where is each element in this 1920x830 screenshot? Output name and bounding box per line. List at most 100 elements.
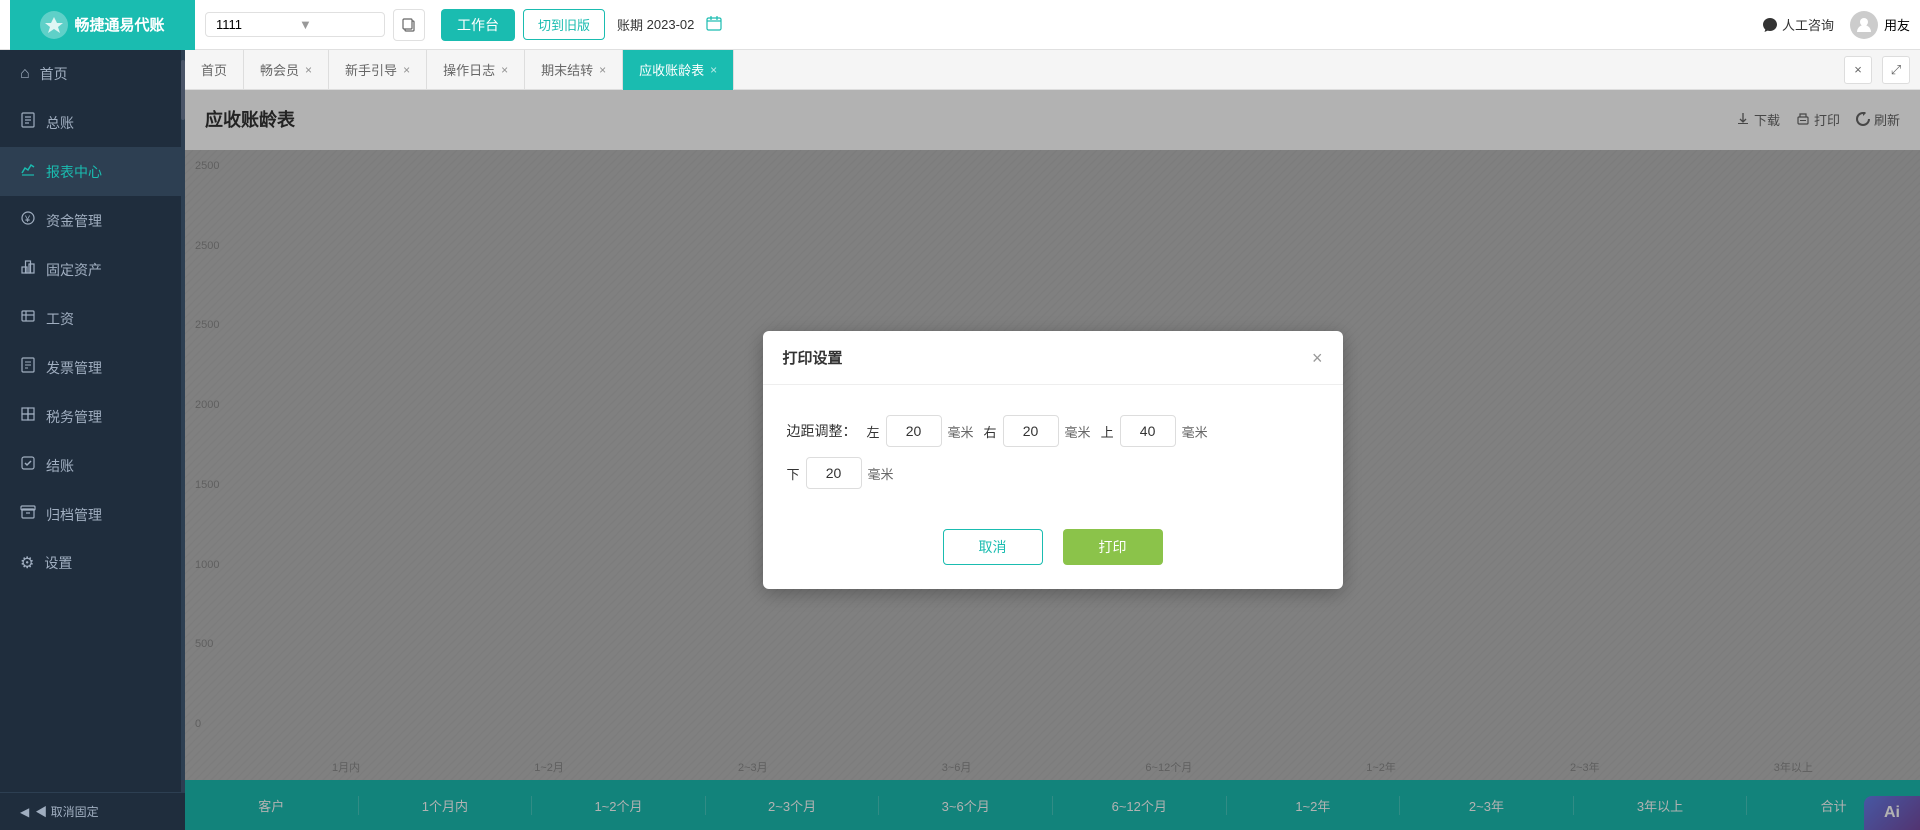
expand-tab-button[interactable]: ⤢ [1882, 56, 1910, 84]
tab-guide-close[interactable]: × [403, 63, 410, 77]
tab-member[interactable]: 畅会员 × [244, 50, 329, 90]
settings-icon: ⚙ [20, 553, 34, 573]
calendar-icon[interactable] [700, 15, 722, 34]
margin-right-group: 右 毫米 [984, 415, 1091, 447]
ledger-icon [20, 112, 36, 133]
tax-icon [20, 406, 36, 427]
margin-top-label: 上 [1101, 422, 1114, 441]
margin-left-unit: 毫米 [948, 422, 974, 441]
modal-overlay: 打印设置 × 边距调整： 左 毫米 [185, 90, 1920, 830]
user-name: 用友 [1884, 15, 1910, 34]
sidebar-label-tax: 税务管理 [46, 407, 102, 427]
sidebar-item-settings[interactable]: ⚙ 设置 [0, 539, 185, 587]
copy-button[interactable] [393, 9, 425, 41]
modal-body: 边距调整： 左 毫米 右 毫米 [763, 385, 1343, 513]
tab-aging-label: 应收账龄表 [639, 60, 704, 79]
sidebar-item-assets[interactable]: 固定资产 [0, 245, 185, 294]
margin-right-input[interactable] [1003, 415, 1059, 447]
home-icon: ⌂ [20, 65, 30, 83]
margin-bottom-label: 下 [787, 464, 800, 483]
sidebar-item-funds[interactable]: ¥ 资金管理 [0, 196, 185, 245]
collapse-label: ◀ 取消固定 [35, 803, 98, 820]
sidebar-label-invoice: 发票管理 [46, 358, 102, 378]
tab-member-label: 畅会员 [260, 60, 299, 79]
logo-icon [40, 11, 68, 39]
header-right: 人工咨询 用友 [1762, 11, 1910, 39]
user-area[interactable]: 用友 [1850, 11, 1910, 39]
consulting-label: 人工咨询 [1782, 15, 1834, 34]
print-confirm-button[interactable]: 打印 [1063, 529, 1163, 565]
salary-icon [20, 308, 36, 329]
margin-bottom-input[interactable] [806, 457, 862, 489]
tab-aging-close[interactable]: × [710, 63, 717, 77]
sidebar-item-home[interactable]: ⌂ 首页 [0, 50, 185, 98]
sidebar: ⌂ 首页 总账 报表中心 [0, 50, 185, 830]
sidebar-item-invoice[interactable]: 发票管理 [0, 343, 185, 392]
margin-label: 边距调整： [787, 421, 857, 441]
period-value: 2023-02 [647, 17, 695, 32]
logo-area: 畅捷通易代账 [10, 0, 195, 50]
modal-title: 打印设置 [783, 347, 843, 368]
reports-icon [20, 161, 36, 182]
print-settings-dialog: 打印设置 × 边距调整： 左 毫米 [763, 331, 1343, 589]
logo-text: 畅捷通易代账 [74, 14, 164, 35]
cancel-button[interactable]: 取消 [943, 529, 1043, 565]
modal-close-button[interactable]: × [1312, 349, 1323, 367]
switch-version-button[interactable]: 切到旧版 [523, 9, 605, 40]
tab-period-end[interactable]: 期末结转 × [525, 50, 623, 90]
sidebar-item-salary[interactable]: 工资 [0, 294, 185, 343]
tab-aging[interactable]: 应收账龄表 × [623, 50, 734, 90]
invoice-icon [20, 357, 36, 378]
tab-log[interactable]: 操作日志 × [427, 50, 525, 90]
margin-left-input[interactable] [886, 415, 942, 447]
sidebar-label-settings: 设置 [44, 553, 72, 573]
tab-actions: × ⤢ [1844, 56, 1920, 84]
tab-member-close[interactable]: × [305, 63, 312, 77]
sidebar-label-archive: 归档管理 [46, 505, 102, 525]
sidebar-label-assets: 固定资产 [46, 260, 102, 280]
sidebar-item-ledger[interactable]: 总账 [0, 98, 185, 147]
period-info: 账期 2023-02 [617, 15, 722, 34]
main-layout: ⌂ 首页 总账 报表中心 [0, 50, 1920, 830]
tab-log-close[interactable]: × [501, 63, 508, 77]
margin-bottom-unit: 毫米 [868, 464, 894, 483]
svg-text:¥: ¥ [24, 214, 31, 224]
user-avatar [1850, 11, 1878, 39]
workbench-button[interactable]: 工作台 [441, 9, 515, 41]
tab-period-end-close[interactable]: × [599, 63, 606, 77]
settle-icon [20, 455, 36, 476]
margin-top-unit: 毫米 [1182, 422, 1208, 441]
top-header: 畅捷通易代账 1111 ▼ 工作台 切到旧版 账期 2023-02 [0, 0, 1920, 50]
tab-home[interactable]: 首页 [185, 50, 244, 90]
margin-left-label: 左 [867, 422, 880, 441]
collapse-sidebar-button[interactable]: ◀ ◀ 取消固定 [0, 792, 185, 830]
sidebar-item-tax[interactable]: 税务管理 [0, 392, 185, 441]
margin-bottom-group: 下 毫米 [787, 457, 894, 489]
tab-guide[interactable]: 新手引导 × [329, 50, 427, 90]
tab-bar: 首页 畅会员 × 新手引导 × 操作日志 × 期末结转 × 应收账龄表 × [185, 50, 1920, 90]
margin-right-label: 右 [984, 422, 997, 441]
assets-icon [20, 259, 36, 280]
collapse-icon: ◀ [20, 805, 29, 819]
close-tab-button[interactable]: × [1844, 56, 1872, 84]
margin-top-input[interactable] [1120, 415, 1176, 447]
company-name: 1111 [216, 17, 291, 32]
sidebar-item-settle[interactable]: 结账 [0, 441, 185, 490]
sidebar-label-reports: 报表中心 [46, 162, 102, 182]
margin-left-group: 左 毫米 [867, 415, 974, 447]
tab-log-label: 操作日志 [443, 60, 495, 79]
margin-row: 边距调整： 左 毫米 右 毫米 [787, 415, 1319, 489]
margin-right-unit: 毫米 [1065, 422, 1091, 441]
modal-footer: 取消 打印 [763, 513, 1343, 589]
consulting-button[interactable]: 人工咨询 [1762, 15, 1834, 34]
sidebar-item-archive[interactable]: 归档管理 [0, 490, 185, 539]
sidebar-label-funds: 资金管理 [46, 211, 102, 231]
content-area: 首页 畅会员 × 新手引导 × 操作日志 × 期末结转 × 应收账龄表 × [185, 50, 1920, 830]
modal-header: 打印设置 × [763, 331, 1343, 385]
dropdown-arrow-icon: ▼ [299, 17, 374, 32]
sidebar-label-home: 首页 [40, 64, 68, 84]
margin-top-group: 上 毫米 [1101, 415, 1208, 447]
archive-icon [20, 504, 36, 525]
company-selector[interactable]: 1111 ▼ [205, 12, 385, 37]
sidebar-item-reports[interactable]: 报表中心 [0, 147, 185, 196]
